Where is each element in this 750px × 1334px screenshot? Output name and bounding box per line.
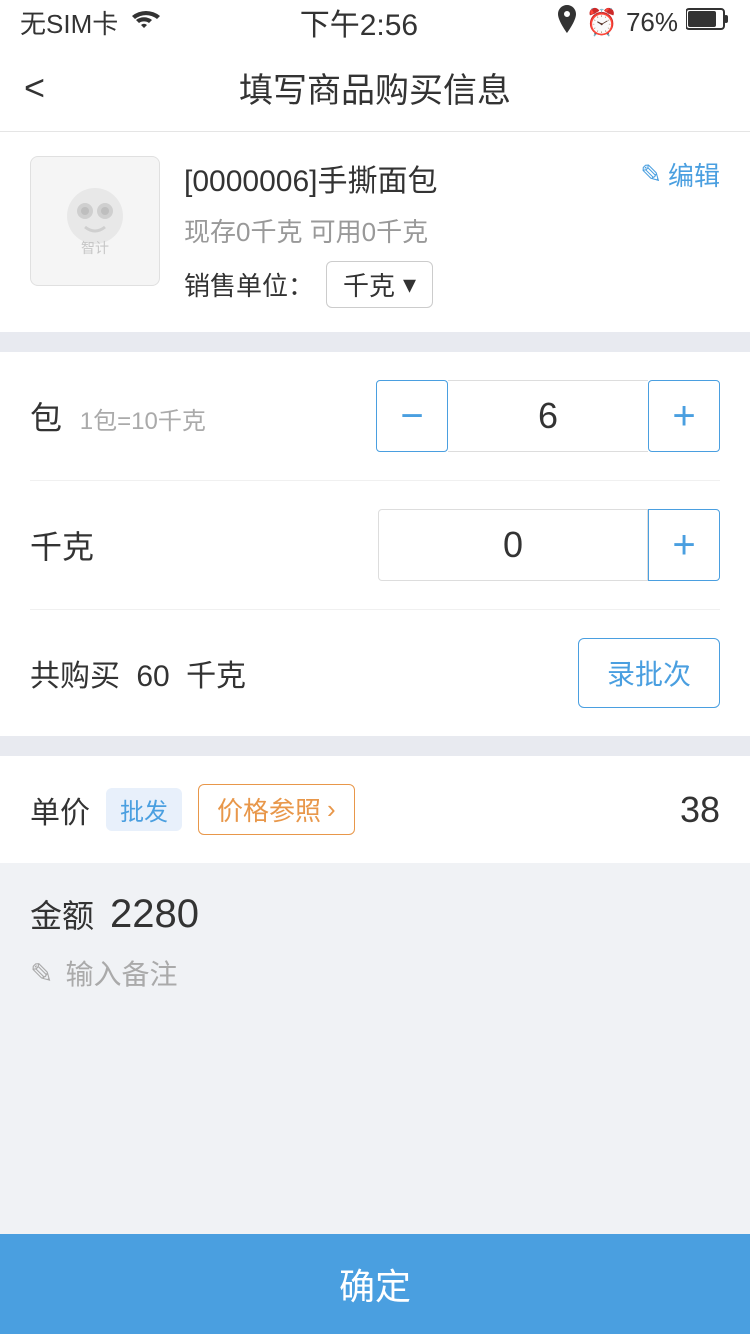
wifi-icon <box>126 6 162 39</box>
separator-2 <box>0 736 750 756</box>
price-label: 单价 <box>30 788 90 832</box>
status-time: 下午2:56 <box>300 0 418 44</box>
product-stock: 现存0千克 可用0千克 <box>184 212 720 249</box>
nav-bar: < 填写商品购买信息 <box>0 44 750 132</box>
battery-icon <box>686 7 730 38</box>
battery-text: 76% <box>626 7 678 38</box>
chevron-down-icon: ▾ <box>403 269 416 300</box>
price-ref-button[interactable]: 价格参照 › <box>198 784 355 835</box>
product-image: 智计 <box>30 156 160 286</box>
status-right: ⏰ 76% <box>556 5 730 40</box>
edit-button[interactable]: ✎ 编辑 <box>640 156 720 193</box>
note-placeholder: 输入备注 <box>65 953 177 993</box>
back-button[interactable]: < <box>24 67 45 109</box>
page-title: 填写商品购买信息 <box>239 63 511 112</box>
kg-row: 千克 + <box>30 481 720 610</box>
kg-stepper: + <box>378 509 720 581</box>
record-batch-button[interactable]: 录批次 <box>578 638 720 708</box>
location-icon <box>556 5 578 40</box>
carrier-text: 无SIM卡 <box>20 4 118 41</box>
price-value: 38 <box>680 789 720 831</box>
bao-decrease-button[interactable]: − <box>376 380 448 452</box>
bao-label: 包 1包=10千克 <box>30 393 376 439</box>
product-card: 智计 [0000006]手撕面包 现存0千克 可用0千克 销售单位： 千克 ▾ … <box>0 132 750 332</box>
price-tag: 批发 <box>106 788 182 831</box>
status-left: 无SIM卡 <box>20 4 162 41</box>
price-row: 单价 批发 价格参照 › 38 <box>30 784 720 835</box>
total-amount: 60 <box>136 660 169 693</box>
bao-row: 包 1包=10千克 − + <box>30 352 720 481</box>
quantity-section: 包 1包=10千克 − + 千克 + 共购买 60 千克 录批次 <box>0 352 750 736</box>
edit-icon: ✎ <box>640 159 662 190</box>
amount-label: 金额 <box>30 891 94 937</box>
product-unit-row: 销售单位： 千克 ▾ <box>184 261 720 308</box>
svg-text:智计: 智计 <box>81 240 109 256</box>
amount-value: 2280 <box>110 892 199 937</box>
bao-increase-button[interactable]: + <box>648 380 720 452</box>
total-text: 共购买 60 千克 <box>30 651 578 695</box>
edit-note-icon: ✎ <box>30 957 53 990</box>
price-section: 单价 批发 价格参照 › 38 <box>0 756 750 863</box>
unit-label: 销售单位： <box>184 266 314 303</box>
bao-input[interactable] <box>448 380 648 452</box>
chevron-right-icon: › <box>327 794 336 825</box>
alarm-icon: ⏰ <box>586 7 618 38</box>
note-row[interactable]: ✎ 输入备注 <box>30 953 720 993</box>
amount-section: 金额 2280 ✎ 输入备注 <box>0 863 750 1163</box>
kg-increase-button[interactable]: + <box>648 509 720 581</box>
total-row: 共购买 60 千克 录批次 <box>30 610 720 736</box>
amount-row: 金额 2280 <box>30 891 720 937</box>
separator-1 <box>0 332 750 352</box>
unit-select[interactable]: 千克 ▾ <box>326 261 433 308</box>
bao-stepper: − + <box>376 380 720 452</box>
status-bar: 无SIM卡 下午2:56 ⏰ 76% <box>0 0 750 44</box>
kg-input[interactable] <box>378 509 648 581</box>
kg-label: 千克 <box>30 522 378 568</box>
confirm-button[interactable]: 确定 <box>0 1234 750 1334</box>
